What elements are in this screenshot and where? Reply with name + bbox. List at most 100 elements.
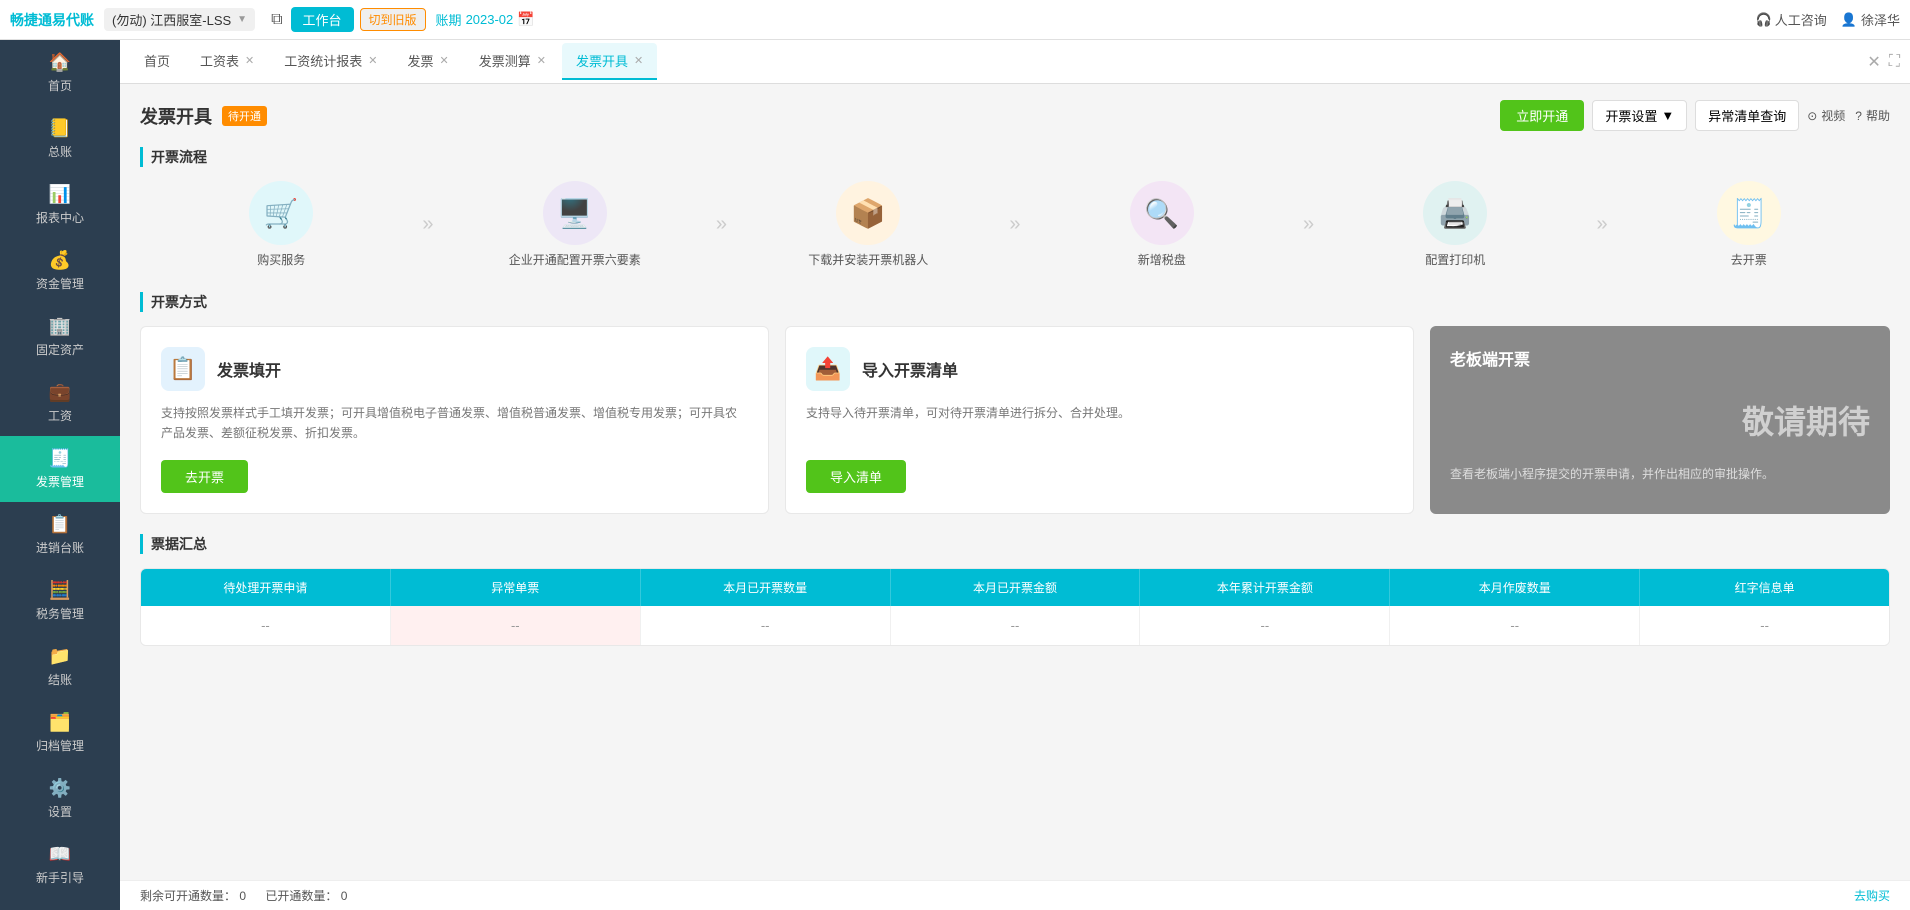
summary-header-month-count: 本月已开票数量 xyxy=(641,569,891,606)
user-menu[interactable]: 👤 徐泽华 xyxy=(1841,10,1900,29)
main-area: 首页 工资表 ✕ 工资统计报表 ✕ 发票 ✕ 发票测算 ✕ 发票开具 ✕ xyxy=(120,40,1910,910)
step-arrow-3: » xyxy=(1009,213,1020,236)
sidebar: 🏠 首页 📒 总账 📊 报表中心 💰 资金管理 🏢 固定资产 💼 工资 🧾 发票… xyxy=(0,40,120,910)
sidebar-item-home[interactable]: 🏠 首页 xyxy=(0,40,120,106)
support-link[interactable]: 🎧 人工咨询 xyxy=(1756,10,1827,29)
summary-cell-void: -- xyxy=(1390,606,1640,645)
process-steps: 🛒 购买服务 » 🖥️ 企业开通配置开票六要素 » 📦 下载并安装开票机器人 »… xyxy=(140,181,1890,268)
archive-icon: 🗂️ xyxy=(49,712,71,733)
method-fill-desc: 支持按照发票样式手工填开发票；可开具增值税电子普通发票、增值税普通发票、增值税专… xyxy=(161,403,748,444)
company-name: (勿动) 江西服室-LSS xyxy=(112,10,231,29)
process-section-title: 开票流程 xyxy=(140,147,1890,167)
close-tab-icon[interactable]: ✕ xyxy=(1867,52,1880,72)
summary-section-title: 票据汇总 xyxy=(140,534,1890,554)
step-circle-printer: 🖨️ xyxy=(1423,181,1487,245)
tab-salary-report-label: 工资统计报表 xyxy=(284,51,362,70)
method-card-old: 老板端开票 查看老板端小程序提交的开票申请，并作出相应的审批操作。 敬请期待 xyxy=(1430,326,1890,514)
app-logo: 畅捷通易代账 xyxy=(10,10,94,30)
summary-data-row: -- -- -- -- -- -- -- xyxy=(141,606,1889,645)
sidebar-item-ledger[interactable]: 📒 总账 xyxy=(0,106,120,172)
sidebar-item-guide[interactable]: 📖 新手引导 xyxy=(0,832,120,898)
summary-cell-red: -- xyxy=(1640,606,1889,645)
tab-salary-close[interactable]: ✕ xyxy=(245,54,254,67)
sidebar-item-label: 进销台账 xyxy=(36,539,84,556)
tab-invoice-calc[interactable]: 发票测算 ✕ xyxy=(465,43,560,80)
view-help-area: ⊙ 视频 ? 帮助 xyxy=(1807,107,1890,124)
import-list-button[interactable]: 导入清单 xyxy=(806,460,906,493)
methods-row: 📋 发票填开 支持按照发票样式手工填开发票；可开具增值税电子普通发票、增值税普通… xyxy=(140,326,1890,514)
summary-cell-year-amount: -- xyxy=(1140,606,1390,645)
tax-icon: 🧮 xyxy=(49,580,71,601)
step-label-configure: 企业开通配置开票六要素 xyxy=(509,251,641,268)
sidebar-item-label: 新手引导 xyxy=(36,869,84,886)
tab-salary-report-close[interactable]: ✕ xyxy=(368,54,377,67)
headset-icon: 🎧 xyxy=(1756,12,1772,28)
sidebar-item-report[interactable]: 📊 报表中心 xyxy=(0,172,120,238)
salary-icon: 💼 xyxy=(49,382,71,403)
bottom-bar: 剩余可开通数量： 0 已开通数量： 0 去购买 xyxy=(120,880,1910,910)
sidebar-item-tax[interactable]: 🧮 税务管理 xyxy=(0,568,120,634)
sales-icon: 📋 xyxy=(49,514,71,535)
user-icon: 👤 xyxy=(1841,12,1857,28)
ledger-icon: 📒 xyxy=(49,118,71,139)
tab-invoice-close[interactable]: ✕ xyxy=(440,54,449,67)
sidebar-item-label: 发票管理 xyxy=(36,473,84,490)
coming-soon-label: 敬请期待 xyxy=(1742,397,1870,443)
step-download: 📦 下载并安装开票机器人 xyxy=(727,181,1009,268)
sidebar-item-settings[interactable]: ⚙️ 设置 xyxy=(0,766,120,832)
maximize-icon[interactable]: ⛶ xyxy=(1889,53,1900,71)
tab-bar: 首页 工资表 ✕ 工资统计报表 ✕ 发票 ✕ 发票测算 ✕ 发票开具 ✕ xyxy=(120,40,1910,84)
sidebar-item-fund[interactable]: 💰 资金管理 xyxy=(0,238,120,304)
sidebar-item-member[interactable]: 👑 畅会员 xyxy=(0,898,120,910)
tab-home-label: 首页 xyxy=(144,51,170,70)
summary-cell-month-amount: -- xyxy=(891,606,1141,645)
sidebar-item-archive[interactable]: 🗂️ 归档管理 xyxy=(0,700,120,766)
buy-link[interactable]: 去购买 xyxy=(1854,887,1890,904)
method-fill-icon: 📋 xyxy=(161,347,205,391)
sidebar-item-sales[interactable]: 📋 进销台账 xyxy=(0,502,120,568)
copy-icon[interactable]: ⧉ xyxy=(271,11,282,29)
calendar-icon[interactable]: 📅 xyxy=(517,11,534,28)
guide-icon: 📖 xyxy=(49,844,71,865)
sidebar-item-label: 税务管理 xyxy=(36,605,84,622)
abnormal-query-button[interactable]: 异常清单查询 xyxy=(1695,100,1799,131)
go-invoice-button[interactable]: 去开票 xyxy=(161,460,248,493)
sidebar-item-label: 设置 xyxy=(48,803,72,820)
page-header: 发票开具 待开通 立即开通 开票设置 ▼ 异常清单查询 ⊙ 视频 ? 帮助 xyxy=(140,100,1890,131)
tab-invoice-calc-close[interactable]: ✕ xyxy=(537,54,546,67)
period-label: 账期 2023-02 📅 xyxy=(432,10,535,29)
settings-button[interactable]: 开票设置 ▼ xyxy=(1592,100,1687,131)
switch-old-button[interactable]: 切到旧版 xyxy=(360,8,426,31)
tab-invoice[interactable]: 发票 ✕ xyxy=(393,43,462,80)
tab-salary-report[interactable]: 工资统计报表 ✕ xyxy=(270,43,391,80)
summary-header-void: 本月作废数量 xyxy=(1390,569,1640,606)
tab-invoice-issue[interactable]: 发票开具 ✕ xyxy=(562,43,657,80)
sidebar-item-invoice[interactable]: 🧾 发票管理 xyxy=(0,436,120,502)
method-old-title: 老板端开票 xyxy=(1450,346,1870,370)
workspace-button[interactable]: 工作台 xyxy=(291,7,354,32)
sidebar-item-checkout[interactable]: 📁 结账 xyxy=(0,634,120,700)
step-circle-configure: 🖥️ xyxy=(543,181,607,245)
company-selector[interactable]: (勿动) 江西服室-LSS ▼ xyxy=(104,8,255,31)
tab-invoice-issue-close[interactable]: ✕ xyxy=(634,54,643,67)
open-now-button[interactable]: 立即开通 xyxy=(1500,100,1584,131)
help-icon[interactable]: ? xyxy=(1855,109,1862,123)
tab-home[interactable]: 首页 xyxy=(130,43,184,80)
step-buy-service: 🛒 购买服务 xyxy=(140,181,422,268)
step-label-issue: 去开票 xyxy=(1731,251,1767,268)
tab-bar-right: ✕ ⛶ xyxy=(1867,52,1900,72)
assets-icon: 🏢 xyxy=(49,316,71,337)
method-card-import: 📤 导入开票清单 支持导入待开票清单，可对待开票清单进行拆分、合并处理。 导入清… xyxy=(785,326,1414,514)
sidebar-item-assets[interactable]: 🏢 固定资产 xyxy=(0,304,120,370)
sidebar-item-label: 归档管理 xyxy=(36,737,84,754)
settings-icon: ⚙️ xyxy=(49,778,71,799)
step-circle-download: 📦 xyxy=(836,181,900,245)
summary-header-red: 红字信息单 xyxy=(1640,569,1889,606)
step-configure: 🖥️ 企业开通配置开票六要素 xyxy=(434,181,716,268)
sidebar-item-label: 工资 xyxy=(48,407,72,424)
step-label-buy: 购买服务 xyxy=(257,251,305,268)
sidebar-item-salary[interactable]: 💼 工资 xyxy=(0,370,120,436)
step-arrow-1: » xyxy=(422,213,433,236)
video-icon[interactable]: ⊙ xyxy=(1807,109,1817,123)
tab-salary[interactable]: 工资表 ✕ xyxy=(186,43,268,80)
